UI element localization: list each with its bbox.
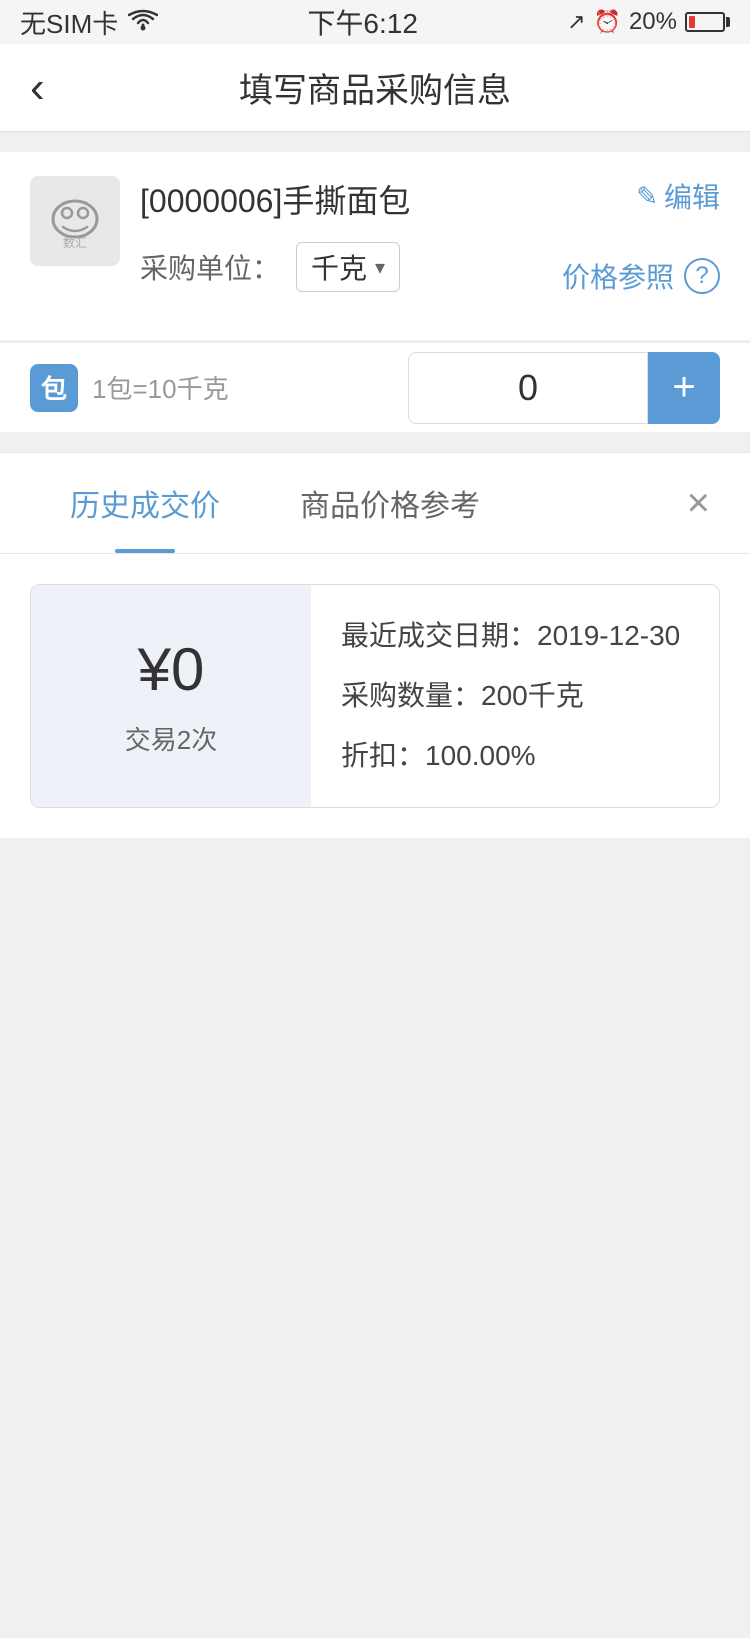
price-card: ¥0 交易2次 最近成交日期：2019-12-30 采购数量：200千克 折扣：… — [30, 584, 720, 808]
product-logo-icon: 数汇 — [45, 191, 105, 251]
quantity-plus-button[interactable]: + — [648, 352, 720, 424]
qty-unit-box: 包 — [30, 364, 78, 412]
price-card-container: ¥0 交易2次 最近成交日期：2019-12-30 采购数量：200千克 折扣：… — [0, 554, 750, 838]
carrier-label: 无SIM卡 — [20, 4, 118, 41]
status-time: 下午6:12 — [307, 2, 418, 42]
qty-unit-label: 包 — [41, 369, 67, 406]
qty-conversion: 1包=10千克 — [92, 369, 229, 406]
quantity-input[interactable] — [408, 352, 648, 424]
nav-bar: ‹ 填写商品采购信息 — [0, 44, 750, 132]
unit-label: 采购单位： — [140, 247, 280, 287]
price-ref-row: 价格参照 ? — [562, 256, 720, 296]
edit-icon: ✎ — [636, 181, 658, 212]
edit-label: 编辑 — [664, 176, 720, 216]
product-unit-row: 采购单位： 千克 ▾ — [140, 242, 410, 292]
edit-button[interactable]: ✎ 编辑 — [636, 176, 720, 216]
tabs-close-button[interactable]: × — [677, 473, 720, 533]
unit-select[interactable]: 千克 ▾ — [296, 242, 400, 292]
tabs-header: 历史成交价 商品价格参考 × — [0, 453, 750, 554]
tab-price-reference[interactable]: 商品价格参考 — [260, 453, 520, 553]
product-thumbnail: 数汇 — [30, 176, 120, 266]
product-info: [0000006]手撕面包 采购单位： 千克 ▾ — [140, 176, 410, 292]
main-content — [0, 838, 750, 1638]
purchase-qty-row: 采购数量：200千克 — [341, 675, 689, 717]
quantity-label-group: 包 1包=10千克 — [30, 364, 229, 412]
help-icon[interactable]: ? — [684, 258, 720, 294]
product-right: ✎ 编辑 价格参照 ? — [562, 176, 720, 296]
svg-text:数汇: 数汇 — [63, 235, 87, 250]
status-bar: 无SIM卡 下午6:12 ↗ ⏰ 20% — [0, 0, 750, 44]
price-left-panel: ¥0 交易2次 — [31, 585, 311, 807]
alarm-icon: ⏰ — [594, 9, 621, 35]
location-icon: ↗ — [567, 9, 585, 35]
battery-icon — [685, 12, 730, 32]
unit-value: 千克 — [311, 247, 367, 287]
product-header: 数汇 [0000006]手撕面包 采购单位： 千克 ▾ ✎ 编辑 — [30, 176, 720, 296]
tabs-section: 历史成交价 商品价格参考 × ¥0 交易2次 最近成交日期：2019-12-30… — [0, 452, 750, 838]
product-section: 数汇 [0000006]手撕面包 采购单位： 千克 ▾ ✎ 编辑 — [0, 152, 750, 340]
tab-history-price[interactable]: 历史成交价 — [30, 453, 260, 553]
price-amount: ¥0 — [138, 635, 205, 704]
price-ref-button[interactable]: 价格参照 — [562, 256, 674, 296]
product-left: 数汇 [0000006]手撕面包 采购单位： 千克 ▾ — [30, 176, 410, 292]
product-name: [0000006]手撕面包 — [140, 176, 410, 222]
wifi-icon — [128, 7, 158, 38]
quantity-input-group: + — [408, 352, 720, 424]
page-title: 填写商品采购信息 — [239, 63, 511, 112]
tabs-list: 历史成交价 商品价格参考 — [30, 453, 520, 553]
status-right: ↗ ⏰ 20% — [567, 8, 730, 36]
price-transactions: 交易2次 — [125, 720, 217, 757]
price-right-panel: 最近成交日期：2019-12-30 采购数量：200千克 折扣：100.00% — [311, 585, 719, 807]
back-button[interactable]: ‹ — [30, 66, 45, 110]
status-left: 无SIM卡 — [20, 4, 158, 41]
quantity-section: 包 1包=10千克 + — [0, 342, 750, 432]
battery-percent: 20% — [629, 8, 677, 36]
recent-date-row: 最近成交日期：2019-12-30 — [341, 615, 689, 657]
discount-row: 折扣：100.00% — [341, 735, 689, 777]
unit-dropdown-icon: ▾ — [375, 255, 385, 280]
